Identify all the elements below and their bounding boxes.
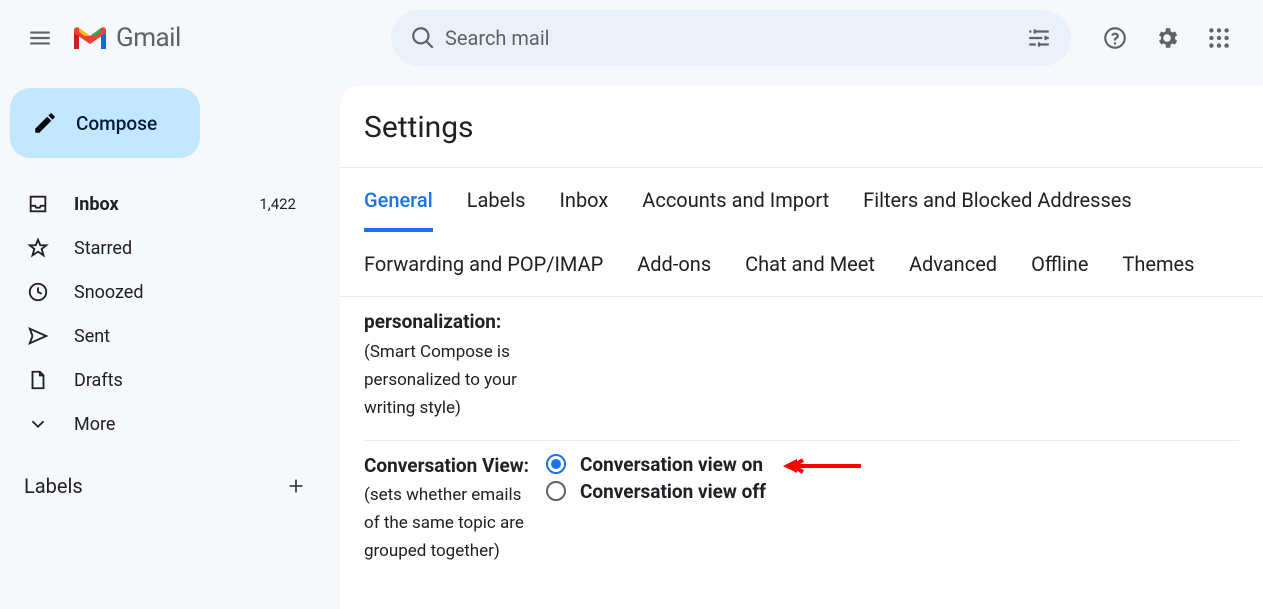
settings-panel: Settings General Labels Inbox Accounts a… bbox=[340, 86, 1263, 609]
file-icon bbox=[24, 369, 52, 391]
tab-add-ons[interactable]: Add-ons bbox=[637, 232, 711, 296]
tab-general[interactable]: General bbox=[364, 168, 433, 232]
star-icon bbox=[24, 237, 52, 259]
gear-icon bbox=[1154, 25, 1180, 51]
sidebar-item-starred[interactable]: Starred bbox=[0, 226, 320, 270]
setting-row-conversation-view: Conversation View: (sets whether emails … bbox=[364, 441, 1239, 584]
option-label: Conversation view off bbox=[580, 480, 766, 503]
tab-advanced[interactable]: Advanced bbox=[909, 232, 997, 296]
tab-filters-and-blocked[interactable]: Filters and Blocked Addresses bbox=[863, 168, 1132, 232]
search-options-button[interactable] bbox=[1017, 16, 1061, 60]
chevron-down-icon bbox=[24, 413, 52, 435]
inbox-count: 1,422 bbox=[259, 195, 296, 213]
sidebar-item-sent[interactable]: Sent bbox=[0, 314, 320, 358]
main-menu-button[interactable] bbox=[16, 14, 64, 62]
settings-tabs: General Labels Inbox Accounts and Import… bbox=[340, 167, 1263, 297]
add-label-button[interactable] bbox=[280, 470, 312, 502]
compose-label: Compose bbox=[76, 112, 157, 135]
gmail-logo-icon bbox=[72, 24, 108, 52]
sidebar-item-inbox[interactable]: Inbox 1,422 bbox=[0, 182, 320, 226]
plus-icon bbox=[285, 475, 307, 497]
hamburger-icon bbox=[27, 25, 53, 51]
settings-body[interactable]: personalization: (Smart Compose is perso… bbox=[340, 297, 1263, 609]
option-conversation-view-off[interactable]: Conversation view off bbox=[546, 480, 1239, 503]
setting-label: personalization: bbox=[364, 309, 534, 336]
apps-grid-icon bbox=[1206, 25, 1232, 51]
tab-themes[interactable]: Themes bbox=[1122, 232, 1194, 296]
sidebar-item-more[interactable]: More bbox=[0, 402, 320, 446]
sidebar-item-label: Inbox bbox=[74, 194, 259, 215]
compose-button[interactable]: Compose bbox=[10, 88, 200, 158]
clock-icon bbox=[24, 281, 52, 303]
apps-button[interactable] bbox=[1195, 14, 1243, 62]
labels-heading-row: Labels bbox=[0, 446, 340, 502]
radio-conversation-view-on[interactable] bbox=[546, 454, 566, 474]
setting-description: (Smart Compose is personalized to your w… bbox=[364, 338, 534, 422]
option-conversation-view-on[interactable]: Conversation view on bbox=[546, 453, 1239, 476]
tab-inbox[interactable]: Inbox bbox=[559, 168, 608, 232]
search-button[interactable] bbox=[401, 16, 445, 60]
gmail-logo: Gmail bbox=[72, 23, 181, 53]
pencil-icon bbox=[32, 110, 58, 136]
annotation-arrow bbox=[781, 457, 861, 480]
sidebar-item-label: Drafts bbox=[74, 370, 296, 391]
sidebar-item-label: Sent bbox=[74, 326, 296, 347]
settings-button[interactable] bbox=[1143, 14, 1191, 62]
sidebar-item-label: Snoozed bbox=[74, 282, 296, 303]
nav-list: Inbox 1,422 Starred Snoozed Sent Drafts bbox=[0, 182, 340, 446]
gmail-logo-text: Gmail bbox=[116, 23, 181, 53]
tab-forwarding-pop-imap[interactable]: Forwarding and POP/IMAP bbox=[364, 232, 603, 296]
sidebar: Compose Inbox 1,422 Starred Snoozed Sent bbox=[0, 76, 340, 609]
sidebar-item-drafts[interactable]: Drafts bbox=[0, 358, 320, 402]
send-icon bbox=[24, 325, 52, 347]
tab-labels[interactable]: Labels bbox=[467, 168, 526, 232]
setting-description: (sets whether emails of the same topic a… bbox=[364, 481, 534, 565]
tab-offline[interactable]: Offline bbox=[1031, 232, 1088, 296]
labels-heading: Labels bbox=[24, 474, 83, 498]
search-icon bbox=[410, 25, 436, 51]
help-icon bbox=[1102, 25, 1128, 51]
search-bar[interactable] bbox=[391, 10, 1071, 66]
page-title: Settings bbox=[340, 110, 1263, 167]
tune-icon bbox=[1026, 25, 1052, 51]
sidebar-item-snoozed[interactable]: Snoozed bbox=[0, 270, 320, 314]
option-label: Conversation view on bbox=[580, 453, 763, 476]
setting-row-smart-compose-personalization: personalization: (Smart Compose is perso… bbox=[364, 297, 1239, 441]
tab-accounts-and-import[interactable]: Accounts and Import bbox=[642, 168, 829, 232]
radio-conversation-view-off[interactable] bbox=[546, 481, 566, 501]
header-actions bbox=[1091, 14, 1243, 62]
sidebar-item-label: More bbox=[74, 414, 296, 435]
sidebar-item-label: Starred bbox=[74, 238, 296, 259]
search-input[interactable] bbox=[445, 26, 1017, 50]
setting-label: Conversation View: bbox=[364, 453, 534, 480]
support-button[interactable] bbox=[1091, 14, 1139, 62]
header: Gmail bbox=[0, 0, 1263, 76]
inbox-icon bbox=[24, 193, 52, 215]
tab-chat-and-meet[interactable]: Chat and Meet bbox=[745, 232, 875, 296]
